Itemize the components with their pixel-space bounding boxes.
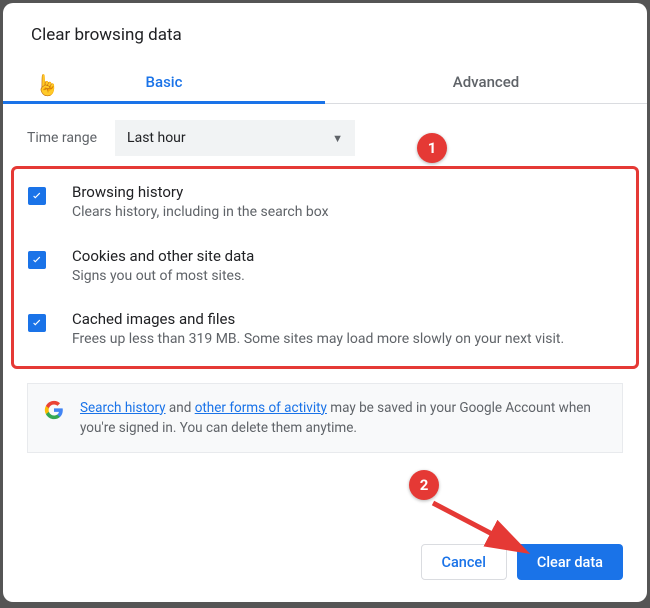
checkbox-browsing-history[interactable] — [28, 187, 46, 205]
clear-browsing-data-dialog: Clear browsing data ☝ Basic Advanced Tim… — [3, 3, 647, 602]
chevron-down-icon: ▼ — [332, 132, 343, 145]
check-text: Cached images and files Frees up less th… — [72, 310, 564, 350]
controls: Time range Last hour ▼ — [3, 104, 647, 156]
time-range-label: Time range — [27, 130, 97, 146]
checkbox-group-highlight: Browsing history Clears history, includi… — [11, 166, 639, 369]
item-desc: Signs you out of most sites. — [72, 267, 254, 287]
check-item-cookies: Cookies and other site data Signs you ou… — [28, 247, 622, 287]
check-text: Cookies and other site data Signs you ou… — [72, 247, 254, 287]
google-logo-icon — [44, 400, 64, 420]
dialog-title: Clear browsing data — [3, 3, 647, 51]
time-range-dropdown[interactable]: Last hour ▼ — [115, 120, 355, 156]
checkbox-cache[interactable] — [28, 314, 46, 332]
time-range-row: Time range Last hour ▼ — [27, 120, 623, 156]
annotation-badge-1: 1 — [417, 133, 447, 163]
check-item-browsing-history: Browsing history Clears history, includi… — [28, 183, 622, 223]
checkbox-cookies[interactable] — [28, 251, 46, 269]
other-activity-link[interactable]: other forms of activity — [195, 400, 327, 416]
item-title: Cookies and other site data — [72, 247, 254, 265]
check-item-cache: Cached images and files Frees up less th… — [28, 310, 622, 350]
tab-basic[interactable]: Basic — [3, 59, 325, 103]
tab-advanced[interactable]: Advanced — [325, 59, 647, 103]
check-text: Browsing history Clears history, includi… — [72, 183, 329, 223]
item-title: Cached images and files — [72, 310, 564, 328]
item-desc: Clears history, including in the search … — [72, 203, 329, 223]
search-history-link[interactable]: Search history — [80, 400, 166, 416]
time-range-value: Last hour — [127, 130, 186, 146]
annotation-arrow-icon — [425, 499, 535, 559]
item-desc: Frees up less than 319 MB. Some sites ma… — [72, 330, 564, 350]
info-text: Search history and other forms of activi… — [80, 398, 606, 439]
google-account-info: Search history and other forms of activi… — [27, 383, 623, 454]
item-title: Browsing history — [72, 183, 329, 201]
annotation-badge-2: 2 — [409, 470, 439, 500]
tabs: Basic Advanced — [3, 59, 647, 104]
